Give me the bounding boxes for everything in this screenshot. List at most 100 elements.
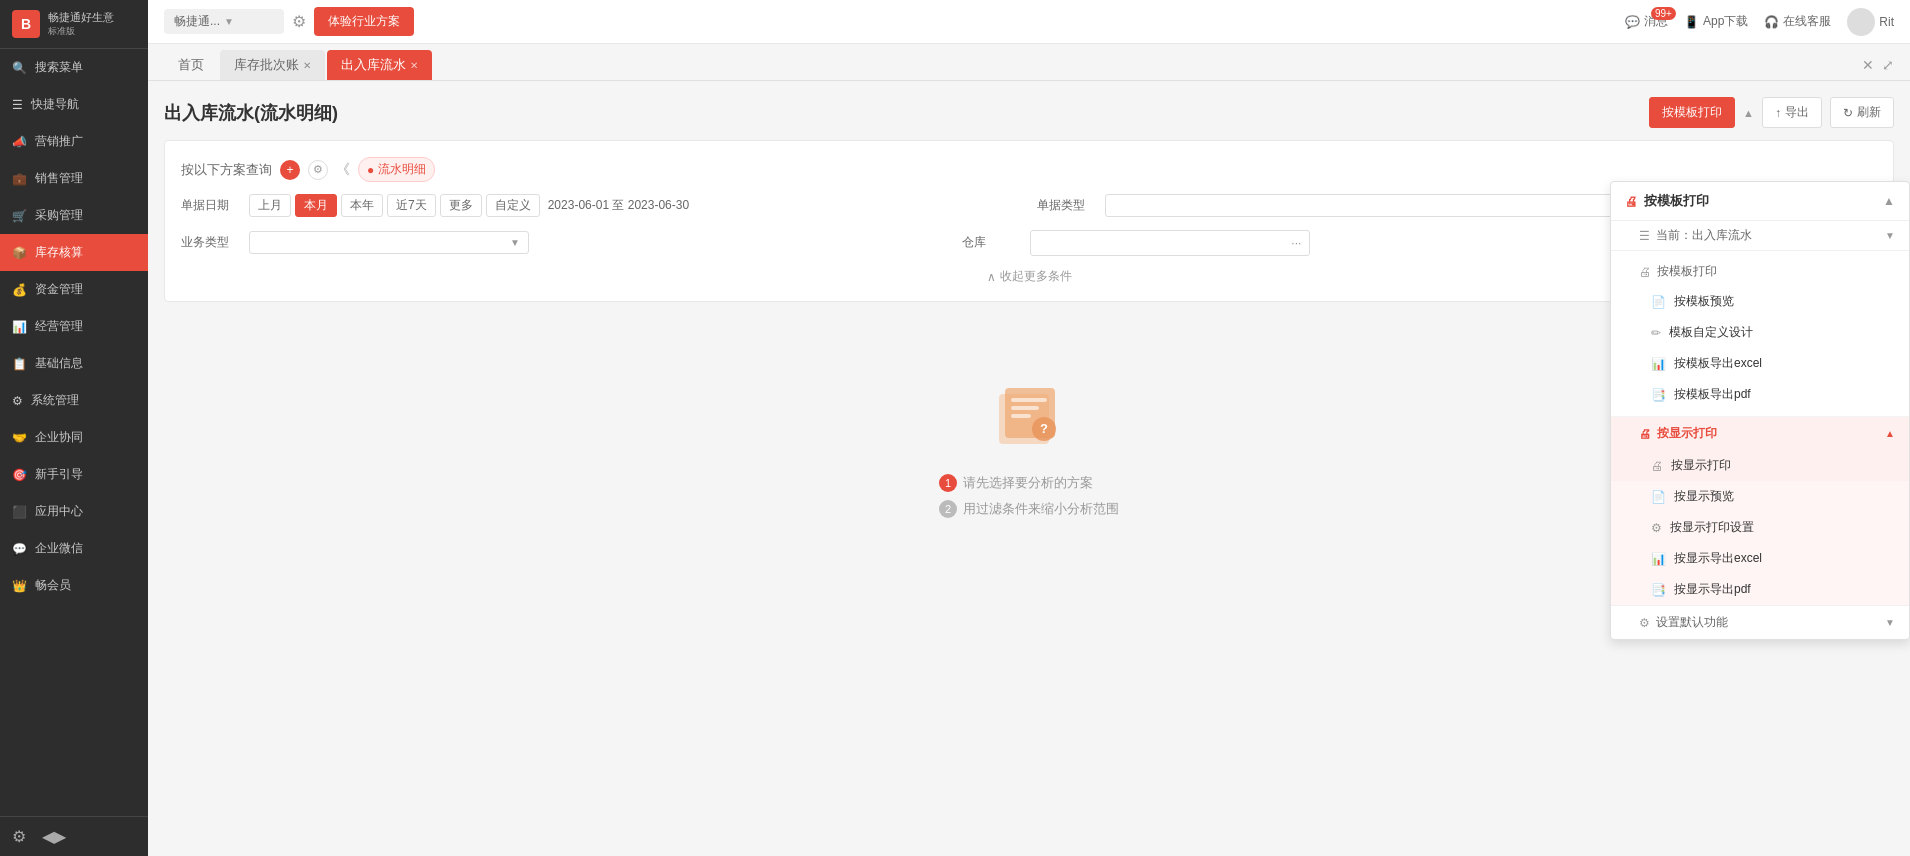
step-1-num: 1	[939, 474, 957, 492]
display-excel-label: 按显示导出excel	[1674, 550, 1762, 567]
inventory-icon: 📦	[12, 246, 27, 260]
message-btn[interactable]: 💬 消息 99+	[1625, 13, 1668, 30]
display-print-settings-item[interactable]: ⚙ 按显示打印设置	[1611, 512, 1909, 543]
sidebar-item-label: 搜索菜单	[35, 59, 83, 76]
user-selector[interactable]: 畅捷通... ▼	[164, 9, 284, 34]
empty-step-1: 1 请先选择要分析的方案	[939, 470, 1119, 496]
sidebar-item-label: 经营管理	[35, 318, 83, 335]
template-preview-label: 按模板预览	[1674, 293, 1734, 310]
filter-warehouse-select[interactable]: ···	[1030, 230, 1310, 256]
display-preview-icon: 📄	[1651, 490, 1666, 504]
sidebar-item-sales[interactable]: 💼 销售管理	[0, 160, 148, 197]
maximize-icon[interactable]: ⤢	[1882, 57, 1894, 73]
step-1-label: 请先选择要分析的方案	[963, 470, 1093, 496]
filter-date-item: 单据日期 上月 本月 本年 近7天 更多 自定义 2023-06-01 至 20…	[181, 194, 1021, 217]
date-btn-last-month[interactable]: 上月	[249, 194, 291, 217]
sidebar-item-label: 销售管理	[35, 170, 83, 187]
user-avatar-area[interactable]: Rit	[1847, 8, 1894, 36]
tab-flow[interactable]: 出入库流水 ✕	[327, 50, 432, 80]
tab-flow-close-icon[interactable]: ✕	[410, 60, 418, 71]
sidebar-item-basic[interactable]: 📋 基础信息	[0, 345, 148, 382]
purchase-icon: 🛒	[12, 209, 27, 223]
biztype-dropdown-icon: ▼	[510, 237, 520, 248]
sidebar-item-label: 快捷导航	[31, 96, 79, 113]
pdf-icon: 📑	[1651, 388, 1666, 402]
trial-btn[interactable]: 体验行业方案	[314, 7, 414, 36]
date-btn-custom[interactable]: 自定义	[486, 194, 540, 217]
sidebar-item-finance[interactable]: 💰 资金管理	[0, 271, 148, 308]
print-arrow-icon[interactable]: ▲	[1743, 107, 1754, 119]
member-icon: 👑	[12, 579, 27, 593]
display-print-section-icon: 🖨	[1639, 427, 1651, 441]
filter-biztype-select[interactable]: ▼	[249, 231, 529, 254]
filter-add-btn[interactable]: +	[280, 160, 300, 180]
sidebar-item-quick[interactable]: ☰ 快捷导航	[0, 86, 148, 123]
date-btn-this-month[interactable]: 本月	[295, 194, 337, 217]
tab-home-label: 首页	[178, 56, 204, 74]
dropdown-header[interactable]: 🖨 按模板打印 ▲	[1611, 182, 1909, 221]
set-default-row[interactable]: ⚙ 设置默认功能 ▼	[1611, 605, 1909, 639]
display-pdf-label: 按显示导出pdf	[1674, 581, 1751, 598]
sidebar-item-purchase[interactable]: 🛒 采购管理	[0, 197, 148, 234]
filter-tag-icon: ●	[367, 163, 374, 177]
step-2-label: 用过滤条件来缩小分析范围	[963, 496, 1119, 522]
template-pdf-item[interactable]: 📑 按模板导出pdf	[1611, 379, 1909, 410]
date-range-display: 2023-06-01 至 2023-06-30	[548, 197, 689, 214]
display-print-item[interactable]: 🖨 按显示打印	[1611, 450, 1909, 481]
date-btn-7days[interactable]: 近7天	[387, 194, 436, 217]
topbar-right: 💬 消息 99+ 📱 App下载 🎧 在线客服 Rit	[1625, 8, 1894, 36]
date-btn-this-year[interactable]: 本年	[341, 194, 383, 217]
user-display-name: Rit	[1879, 15, 1894, 29]
template-preview-item[interactable]: 📄 按模板预览	[1611, 286, 1909, 317]
filter-biztype-item: 业务类型 ▼	[181, 231, 946, 254]
app-download-btn[interactable]: 📱 App下载	[1684, 13, 1748, 30]
sidebar-item-appstore[interactable]: ⬛ 应用中心	[0, 493, 148, 530]
warehouse-more-icon[interactable]: ···	[1291, 236, 1301, 250]
phone-icon: 📱	[1684, 15, 1699, 29]
template-excel-item[interactable]: 📊 按模板导出excel	[1611, 348, 1909, 379]
app-version: 标准版	[48, 25, 114, 38]
settings-icon[interactable]: ⚙	[12, 827, 26, 846]
sidebar-item-operation[interactable]: 📊 经营管理	[0, 308, 148, 345]
dropdown-collapse-icon: ▲	[1883, 194, 1895, 208]
sidebar-item-inventory[interactable]: 📦 库存核算	[0, 234, 148, 271]
filter-collapse-btn[interactable]: 《	[336, 161, 350, 179]
sidebar-item-collab[interactable]: 🤝 企业协同	[0, 419, 148, 456]
topbar-gear-icon[interactable]: ⚙	[292, 12, 306, 31]
sidebar-item-wechat[interactable]: 💬 企业微信	[0, 530, 148, 567]
template-print-label: 按模板打印	[1657, 263, 1717, 280]
display-pdf-item[interactable]: 📑 按显示导出pdf	[1611, 574, 1909, 605]
app-logo-icon: B	[12, 10, 40, 38]
sidebar-item-system[interactable]: ⚙ 系统管理	[0, 382, 148, 419]
sidebar-item-marketing[interactable]: 📣 营销推广	[0, 123, 148, 160]
date-btn-more[interactable]: 更多	[440, 194, 482, 217]
tab-batch-close-icon[interactable]: ✕	[303, 60, 311, 71]
tab-batch[interactable]: 库存批次账 ✕	[220, 50, 325, 80]
page-title: 出入库流水(流水明细)	[164, 101, 338, 125]
template-print-header[interactable]: 🖨 按模板打印	[1611, 257, 1909, 286]
close-window-icon[interactable]: ✕	[1862, 57, 1874, 73]
sidebar-item-member[interactable]: 👑 畅会员	[0, 567, 148, 604]
sidebar-item-search[interactable]: 🔍 搜索菜单	[0, 49, 148, 86]
sidebar-item-guide[interactable]: 🎯 新手引导	[0, 456, 148, 493]
template-custom-item[interactable]: ✏ 模板自定义设计	[1611, 317, 1909, 348]
service-btn[interactable]: 🎧 在线客服	[1764, 13, 1831, 30]
tab-home[interactable]: 首页	[164, 50, 218, 80]
filter-tag[interactable]: ● 流水明细	[358, 157, 435, 182]
set-default-label: 设置默认功能	[1656, 614, 1728, 631]
export-btn[interactable]: ↑ 导出	[1762, 97, 1822, 128]
empty-steps: 1 请先选择要分析的方案 2 用过滤条件来缩小分析范围	[939, 470, 1119, 522]
svg-text:?: ?	[1040, 421, 1048, 436]
display-preview-item[interactable]: 📄 按显示预览	[1611, 481, 1909, 512]
display-print-header[interactable]: 🖨 按显示打印 ▲	[1611, 417, 1909, 450]
app-name-block: 畅捷通好生意 标准版	[48, 10, 114, 37]
filter-settings-btn[interactable]: ⚙	[308, 160, 328, 180]
date-buttons: 上月 本月 本年 近7天 更多 自定义	[249, 194, 540, 217]
collapse-sidebar-icon[interactable]: ◀▶	[42, 827, 66, 846]
template-print-icon: 🖨	[1639, 265, 1651, 279]
page-header-row: 出入库流水(流水明细) 按模板打印 ▲ ↑ 导出 ↻ 刷新	[164, 97, 1894, 128]
display-excel-item[interactable]: 📊 按显示导出excel	[1611, 543, 1909, 574]
collapse-label: 收起更多条件	[1000, 268, 1072, 285]
refresh-btn[interactable]: ↻ 刷新	[1830, 97, 1894, 128]
print-btn[interactable]: 按模板打印	[1649, 97, 1735, 128]
